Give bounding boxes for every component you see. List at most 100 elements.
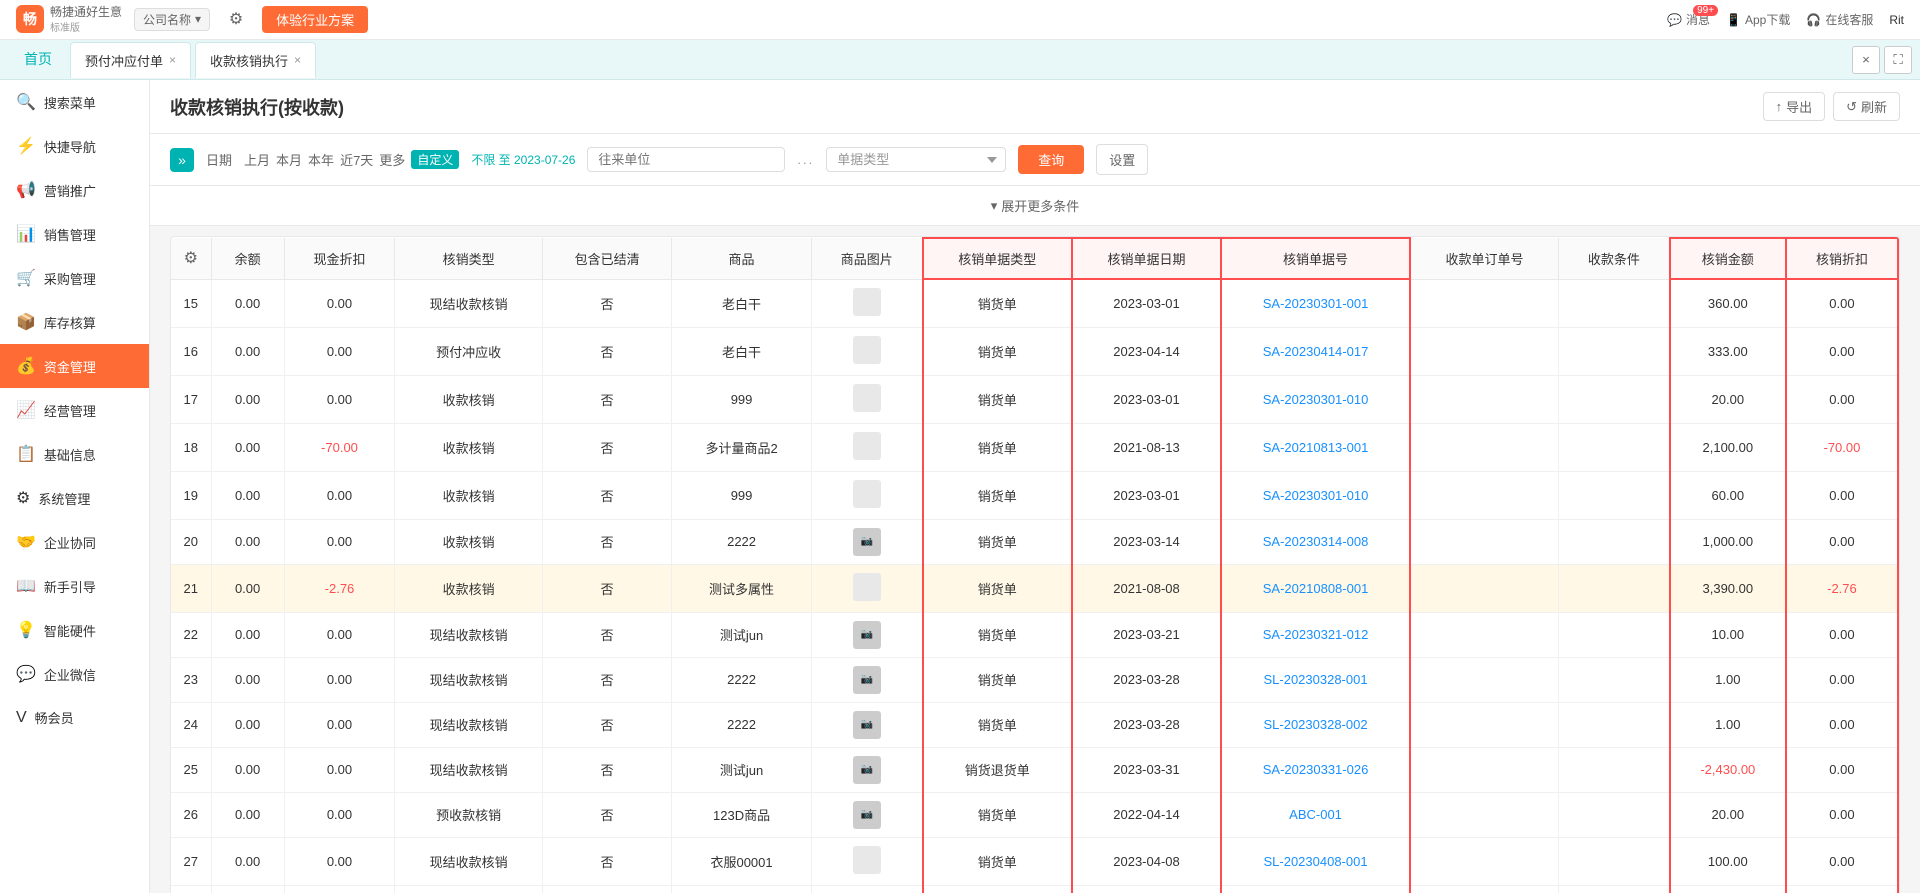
filter-bar: » 日期 上月 本月 本年 近7天 更多 自定义 不限 至 2023-07-26… — [150, 134, 1920, 186]
cell-doc-type: 销货退货单 — [923, 747, 1072, 792]
query-button[interactable]: 查询 — [1018, 145, 1084, 174]
sidebar-item-采购管理[interactable]: 🛒采购管理 — [0, 256, 149, 300]
cell-amount: 20.00 — [1670, 792, 1786, 837]
sidebar-item-库存核算[interactable]: 📦库存核算 — [0, 300, 149, 344]
industry-button[interactable]: 体验行业方案 — [262, 6, 368, 33]
export-button[interactable]: ↑ 导出 — [1763, 92, 1826, 121]
sidebar-item-系统管理[interactable]: ⚙系统管理 — [0, 476, 149, 520]
tab-prepay-close[interactable]: × — [169, 54, 176, 66]
date-current-month[interactable]: 本月 — [276, 150, 302, 169]
sidebar-item-新手引导[interactable]: 📖新手引导 — [0, 564, 149, 608]
counterparty-dots: ... — [797, 152, 814, 167]
doc-no-link[interactable]: SA-20210808-001 — [1263, 581, 1369, 596]
counterparty-input[interactable] — [587, 147, 785, 172]
sidebar-item-基础信息[interactable]: 📋基础信息 — [0, 432, 149, 476]
cell-receipt-no — [1410, 279, 1559, 327]
col-doc-date: 核销单据日期 — [1072, 238, 1221, 279]
sidebar-icon: 📖 — [16, 576, 36, 596]
sidebar-label: 库存核算 — [44, 313, 96, 332]
sidebar-item-搜索菜单[interactable]: 🔍搜索菜单 — [0, 80, 149, 124]
cell-doc-no: SA-20210808-001 — [1221, 564, 1410, 612]
cell-amount: 10.00 — [1670, 612, 1786, 657]
sidebar-label: 畅会员 — [35, 708, 74, 727]
cell-discount: 0.00 — [1786, 702, 1898, 747]
expand-filter-button[interactable]: » — [170, 148, 194, 172]
sidebar-item-快捷导航[interactable]: ⚡快捷导航 — [0, 124, 149, 168]
date-current-year[interactable]: 本年 — [308, 150, 334, 169]
refresh-button[interactable]: ↺ 刷新 — [1833, 92, 1900, 121]
online-service-item[interactable]: 🎧 在线客服 — [1806, 11, 1873, 28]
doc-no-link[interactable]: SA-20210813-001 — [1263, 440, 1369, 455]
doc-no-link[interactable]: SA-20230301-001 — [1263, 296, 1369, 311]
table-area: ⚙ 余额 现金折扣 核销类型 包含已结清 商品 商品图片 核销单据类型 核销单据… — [150, 226, 1920, 893]
date-more[interactable]: 更多 — [379, 150, 405, 169]
voucher-type-select[interactable]: 单据类型 — [826, 147, 1006, 172]
sidebar-icon: V — [16, 709, 27, 727]
table-row: 23 0.00 0.00 现结收款核销 否 2222 📷 销货单 2023-03… — [171, 657, 1898, 702]
refresh-icon: ↺ — [1846, 99, 1857, 115]
cell-discount: 0.00 — [1786, 747, 1898, 792]
cell-verify-type: 现结收款核销 — [395, 657, 543, 702]
doc-no-link[interactable]: SL-20230328-001 — [1263, 672, 1367, 687]
cell-cash-discount: -70.00 — [284, 423, 395, 471]
table-row: 24 0.00 0.00 现结收款核销 否 2222 📷 销货单 2023-03… — [171, 702, 1898, 747]
cell-product: 测试jun — [672, 612, 812, 657]
tab-bar-actions: × ⛶ — [1852, 46, 1912, 74]
sidebar-icon: 📈 — [16, 400, 36, 420]
tab-prepay[interactable]: 预付冲应付单 × — [70, 42, 191, 78]
tab-expand-button[interactable]: ⛶ — [1884, 46, 1912, 74]
product-image — [853, 288, 881, 316]
app-download-item[interactable]: 📱 App下载 — [1726, 11, 1790, 28]
cell-doc-type: 销货单 — [923, 792, 1072, 837]
expand-more-button[interactable]: ▾ 展开更多条件 — [991, 192, 1080, 219]
doc-no-link[interactable]: SA-20230301-010 — [1263, 488, 1369, 503]
sidebar-item-智能硬件[interactable]: 💡智能硬件 — [0, 608, 149, 652]
notification-item[interactable]: 💬 消息 99+ — [1667, 11, 1710, 28]
sidebar-item-资金管理[interactable]: 💰资金管理 — [0, 344, 149, 388]
doc-no-link[interactable]: SA-20230414-017 — [1263, 344, 1369, 359]
cell-doc-type: 销货单 — [923, 375, 1072, 423]
page-title-row: 收款核销执行(按收款) ↑ 导出 ↺ 刷新 — [170, 92, 1900, 121]
doc-no-link[interactable]: SL-20230408-001 — [1263, 854, 1367, 869]
cell-doc-type: 销货单 — [923, 471, 1072, 519]
doc-no-link[interactable]: SA-20230314-008 — [1263, 534, 1369, 549]
expand-more-bar[interactable]: ▾ 展开更多条件 — [150, 186, 1920, 226]
user-name[interactable]: Rit — [1889, 13, 1904, 27]
company-selector[interactable]: 公司名称 ▾ — [134, 8, 210, 31]
cell-discount: 0.00 — [1786, 612, 1898, 657]
cell-cash-discount: 0.00 — [284, 327, 395, 375]
sidebar-item-经营管理[interactable]: 📈经营管理 — [0, 388, 149, 432]
cell-doc-no: SL-20230328-002 — [1221, 702, 1410, 747]
cell-product-img — [811, 327, 922, 375]
table-settings-icon[interactable]: ⚙ — [184, 250, 198, 267]
doc-no-link[interactable]: SA-20230331-026 — [1263, 762, 1369, 777]
date-recent-week[interactable]: 近7天 — [340, 150, 373, 169]
date-up-month[interactable]: 上月 — [244, 150, 270, 169]
tab-receipt-verify[interactable]: 收款核销执行 × — [195, 42, 316, 78]
col-included-settled: 包含已结清 — [543, 238, 672, 279]
cell-product-img: 📷 — [811, 657, 922, 702]
tab-close-all-button[interactable]: × — [1852, 46, 1880, 74]
sidebar-item-销售管理[interactable]: 📊销售管理 — [0, 212, 149, 256]
doc-no-link[interactable]: SA-20230301-010 — [1263, 392, 1369, 407]
doc-no-link[interactable]: SL-20230328-002 — [1263, 717, 1367, 732]
doc-no-link[interactable]: SA-20230321-012 — [1263, 627, 1369, 642]
product-image: 📷 — [853, 801, 881, 829]
tab-home[interactable]: 首页 — [8, 40, 68, 80]
gear-button[interactable]: ⚙ — [222, 5, 250, 33]
cell-product-img — [811, 423, 922, 471]
setting-button[interactable]: 设置 — [1096, 144, 1148, 175]
cell-amount: 333.00 — [1670, 327, 1786, 375]
sidebar-item-畅会员[interactable]: V 畅会员 — [0, 696, 149, 739]
tab-receipt-close[interactable]: × — [294, 54, 301, 66]
sidebar-item-企业微信[interactable]: 💬企业微信 — [0, 652, 149, 696]
cell-verify-type: 现结收款核销 — [395, 702, 543, 747]
sidebar-item-企业协同[interactable]: 🤝企业协同 — [0, 520, 149, 564]
cell-receipt-no — [1410, 837, 1559, 885]
sidebar-icon: 📢 — [16, 180, 36, 200]
doc-no-link[interactable]: ABC-001 — [1289, 807, 1342, 822]
sidebar-label: 企业协同 — [44, 533, 96, 552]
sidebar-item-营销推广[interactable]: 📢营销推广 — [0, 168, 149, 212]
date-custom-button[interactable]: 自定义 — [411, 150, 459, 169]
cell-cash-discount: 0.00 — [284, 657, 395, 702]
